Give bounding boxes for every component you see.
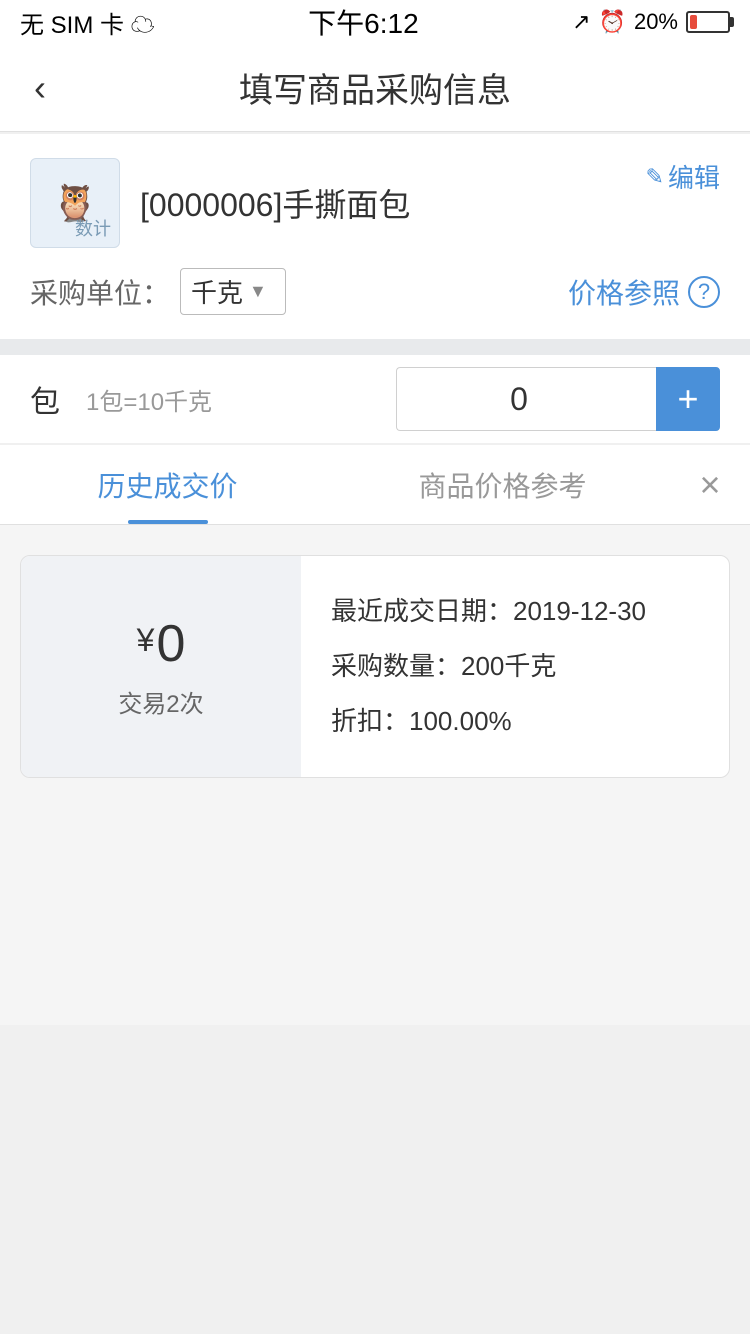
unit-value: 千克: [191, 273, 243, 310]
product-section: 🦉 数计 [0000006]手撕面包 ✎ 编辑 采购单位： 千克 ▼ 价格参照 …: [0, 134, 750, 339]
quantity-unit: 包: [30, 377, 60, 421]
price-reference-button[interactable]: 价格参照 ?: [568, 272, 720, 312]
section-divider: [0, 339, 750, 355]
plus-icon: +: [677, 378, 698, 420]
quantity-conversion: 1包=10千克: [86, 382, 212, 417]
price-ref-help-icon: ?: [688, 276, 720, 308]
sim-wifi-label: 无 SIM 卡 ☁: [20, 5, 155, 40]
close-icon: ×: [699, 464, 720, 506]
quantity-increment-button[interactable]: +: [656, 367, 720, 431]
product-thumbnail: 🦉 数计: [30, 158, 120, 248]
purchase-qty-row: 采购数量：200千克: [331, 647, 699, 686]
price-card: ¥ 0 交易2次 最近成交日期：2019-12-30 采购数量：200千克 折扣…: [20, 555, 730, 778]
product-name: [0000006]手撕面包: [140, 180, 410, 226]
quantity-input[interactable]: [396, 367, 656, 431]
unit-select[interactable]: 千克 ▼: [180, 268, 286, 315]
tab-close-button[interactable]: ×: [670, 445, 750, 525]
status-time: 下午6:12: [308, 2, 419, 42]
tab-active-indicator: [128, 520, 208, 524]
trade-count: 交易2次: [118, 684, 203, 719]
currency-symbol: ¥: [137, 622, 155, 659]
discount-row: 折扣：100.00%: [331, 702, 699, 741]
tab-history-price[interactable]: 历史成交价: [0, 445, 335, 524]
edit-button[interactable]: ✎ 编辑: [646, 158, 720, 195]
nav-bar: ‹ 填写商品采购信息: [0, 44, 750, 132]
battery-percent: 20%: [634, 9, 678, 35]
unit-label: 采购单位： 千克 ▼: [30, 268, 286, 315]
recent-date-row: 最近成交日期：2019-12-30: [331, 592, 699, 631]
status-left: 无 SIM 卡 ☁: [20, 5, 155, 40]
tab-product-price-ref[interactable]: 商品价格参考: [335, 445, 670, 524]
back-button[interactable]: ‹: [0, 44, 80, 132]
battery-fill: [690, 15, 697, 29]
tab-product-price-ref-label: 商品价格参考: [418, 465, 586, 505]
status-bar: 无 SIM 卡 ☁ 下午6:12 ↗ ⏰ 20%: [0, 0, 750, 44]
tab-history-price-label: 历史成交价: [97, 465, 237, 505]
product-meta: 采购单位： 千克 ▼ 价格参照 ?: [30, 268, 720, 315]
tab-bar: 历史成交价 商品价格参考 ×: [0, 445, 750, 525]
unit-label-text: 采购单位：: [30, 272, 170, 312]
product-logo-label: 数计: [75, 215, 111, 241]
cards-area: ¥ 0 交易2次 最近成交日期：2019-12-30 采购数量：200千克 折扣…: [0, 525, 750, 1025]
edit-icon: ✎: [646, 164, 664, 190]
product-info: 🦉 数计 [0000006]手撕面包: [30, 158, 410, 248]
unit-dropdown-icon: ▼: [249, 281, 267, 302]
price-amount: ¥ 0: [137, 614, 186, 674]
page-title: 填写商品采购信息: [239, 63, 511, 112]
location-icon: ↗: [572, 9, 590, 35]
edit-label: 编辑: [668, 158, 720, 195]
back-arrow-icon: ‹: [34, 67, 46, 109]
price-amount-value: 0: [156, 614, 185, 674]
help-icon: ?: [698, 279, 710, 305]
product-header: 🦉 数计 [0000006]手撕面包 ✎ 编辑: [30, 158, 720, 248]
price-card-left: ¥ 0 交易2次: [21, 556, 301, 777]
battery-icon: [686, 11, 730, 33]
quantity-row: 包 1包=10千克 +: [0, 355, 750, 443]
price-ref-label: 价格参照: [568, 272, 680, 312]
status-right: ↗ ⏰ 20%: [572, 9, 730, 35]
price-card-right: 最近成交日期：2019-12-30 采购数量：200千克 折扣：100.00%: [301, 556, 729, 777]
quantity-input-area: +: [232, 367, 720, 431]
alarm-icon: ⏰: [599, 9, 626, 35]
